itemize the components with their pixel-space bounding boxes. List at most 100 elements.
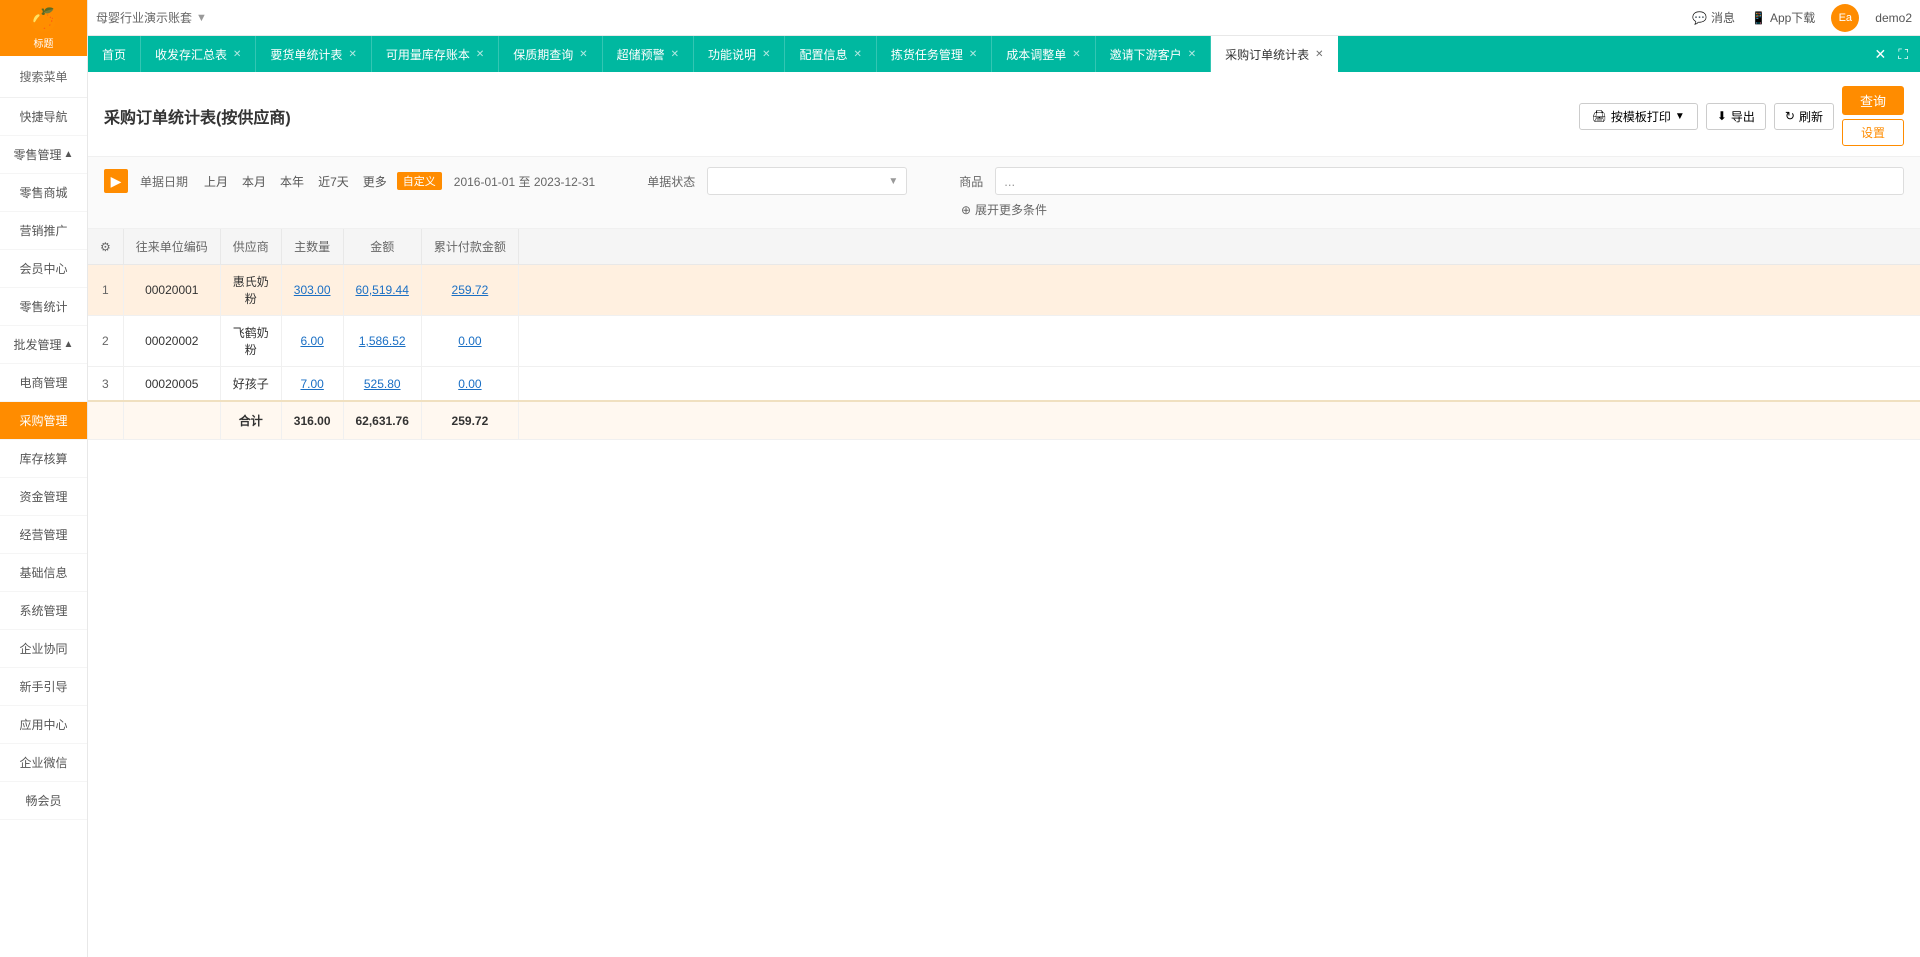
close-tab-config-info[interactable]: ✕ xyxy=(853,49,861,60)
tab-invite-downstream[interactable]: 邀请下游客户 ✕ xyxy=(1096,36,1211,72)
row-1-qty[interactable]: 303.00 xyxy=(281,265,343,316)
tab-config-info[interactable]: 配置信息 ✕ xyxy=(785,36,876,72)
tab-receive-summary[interactable]: 收发存汇总表 ✕ xyxy=(141,36,256,72)
workspace-selector[interactable]: 母婴行业演示账套 ▼ xyxy=(96,9,1692,26)
tab-expiry-query[interactable]: 保质期查询 ✕ xyxy=(499,36,602,72)
row-1-amount[interactable]: 60,519.44 xyxy=(343,265,421,316)
table-row[interactable]: 2 00020002 飞鹤奶粉 6.00 1,586.52 0.00 xyxy=(88,316,1920,367)
th-supplier: 供应商 xyxy=(220,229,281,265)
close-tab-receive-summary[interactable]: ✕ xyxy=(233,49,241,60)
status-filter-label: 单据状态 xyxy=(647,173,695,190)
close-tab-expiry-query[interactable]: ✕ xyxy=(579,49,587,60)
tab-available-stock[interactable]: 可用量库存账本 ✕ xyxy=(372,36,499,72)
sidebar-item-retail-stats[interactable]: 零售统计 xyxy=(0,288,87,326)
row-2-num: 2 xyxy=(88,316,123,367)
message-btn[interactable]: 💬 消息 xyxy=(1692,9,1735,26)
sidebar-item-ecom[interactable]: 电商管理 xyxy=(0,364,87,402)
row-1-paid[interactable]: 259.72 xyxy=(421,265,518,316)
logo-icon: 🍊 xyxy=(30,7,57,33)
sidebar-item-quick-nav[interactable]: 快捷导航 xyxy=(0,98,87,136)
app-download-btn[interactable]: 📱 App下载 xyxy=(1751,9,1815,26)
tab-purchase-stats[interactable]: 采购订单统计表 ✕ xyxy=(1211,36,1338,72)
sidebar-item-wholesale[interactable]: 批发管理 ▲ xyxy=(0,326,87,364)
expand-more-btn[interactable]: ⊕ 展开更多条件 xyxy=(104,201,1904,218)
sidebar-item-finance[interactable]: 资金管理 xyxy=(0,478,87,516)
row-1-supplier: 惠氏奶粉 xyxy=(220,265,281,316)
sidebar-item-basic[interactable]: 基础信息 xyxy=(0,554,87,592)
row-3-paid[interactable]: 0.00 xyxy=(421,367,518,402)
maximize-window-btn[interactable]: ⛶ xyxy=(1894,44,1912,65)
print-button[interactable]: 🖨 按模板打印 ▼ xyxy=(1579,103,1698,130)
close-tab-purchase-stats[interactable]: ✕ xyxy=(1315,49,1323,60)
sidebar-item-member-center[interactable]: 会员中心 xyxy=(0,250,87,288)
close-tab-function-desc[interactable]: ✕ xyxy=(762,49,770,60)
sidebar-item-enterprise[interactable]: 企业协同 xyxy=(0,630,87,668)
date-custom-badge[interactable]: 自定义 xyxy=(397,172,442,190)
row-2-paid[interactable]: 0.00 xyxy=(421,316,518,367)
close-tab-invite-downstream[interactable]: ✕ xyxy=(1188,49,1196,60)
sidebar-item-member[interactable]: 畅会员 xyxy=(0,782,87,820)
sidebar-item-corp-wechat[interactable]: 企业微信 xyxy=(0,744,87,782)
sidebar-item-ops[interactable]: 经营管理 xyxy=(0,516,87,554)
sidebar-item-purchase[interactable]: 采购管理 xyxy=(0,402,87,440)
query-button[interactable]: 查询 xyxy=(1842,86,1904,115)
row-3-amount[interactable]: 525.80 xyxy=(343,367,421,402)
row-2-unit-code[interactable]: 00020002 xyxy=(123,316,220,367)
date-this-month[interactable]: 本月 xyxy=(238,171,270,192)
footer-label-text: 合计 xyxy=(220,401,281,440)
page-title: 采购订单统计表(按供应商) xyxy=(104,104,291,128)
tabbar-end-actions: ✕ ⛶ xyxy=(1862,44,1920,65)
gear-icon[interactable]: ⚙ xyxy=(100,240,111,254)
wholesale-arrow: ▲ xyxy=(64,339,74,350)
tab-goods-stats[interactable]: 要货单统计表 ✕ xyxy=(256,36,371,72)
row-2-amount[interactable]: 1,586.52 xyxy=(343,316,421,367)
sidebar-item-system[interactable]: 系统管理 xyxy=(0,592,87,630)
date-7-days[interactable]: 近7天 xyxy=(314,171,353,192)
status-select[interactable]: ▼ xyxy=(707,167,907,195)
filter-area: ▶ 单据日期 上月 本月 本年 近7天 更多 自定义 2016-01-01 至 … xyxy=(88,157,1920,229)
sidebar-item-inventory[interactable]: 库存核算 xyxy=(0,440,87,478)
close-tab-goods-stats[interactable]: ✕ xyxy=(348,49,356,60)
table-row[interactable]: 1 00020001 惠氏奶粉 303.00 60,519.44 259.72 xyxy=(88,265,1920,316)
tab-function-desc[interactable]: 功能说明 ✕ xyxy=(694,36,785,72)
sidebar-item-retail-mall[interactable]: 零售商城 xyxy=(0,174,87,212)
close-tab-overstock-warning[interactable]: ✕ xyxy=(671,49,679,60)
tab-pick-task[interactable]: 拣货任务管理 ✕ xyxy=(877,36,992,72)
sidebar-item-search[interactable]: 搜索菜单 xyxy=(4,64,83,89)
sidebar-item-newbie[interactable]: 新手引导 xyxy=(0,668,87,706)
sidebar-item-retail-manage[interactable]: 零售管理 ▲ xyxy=(0,136,87,174)
settings-button[interactable]: 设置 xyxy=(1842,119,1904,146)
goods-filter-input[interactable]: ... xyxy=(995,167,1904,195)
message-icon: 💬 xyxy=(1692,11,1707,25)
close-tab-cost-adjust[interactable]: ✕ xyxy=(1072,49,1080,60)
workspace-dropdown-icon[interactable]: ▼ xyxy=(196,12,207,24)
close-tab-available-stock[interactable]: ✕ xyxy=(476,49,484,60)
row-1-num: 1 xyxy=(88,265,123,316)
date-last-month[interactable]: 上月 xyxy=(200,171,232,192)
close-tab-pick-task[interactable]: ✕ xyxy=(969,49,977,60)
app-logo[interactable]: 🍊 标题 xyxy=(0,0,87,56)
th-gear[interactable]: ⚙ xyxy=(88,229,123,265)
filter-collapse-btn[interactable]: ▶ xyxy=(104,169,128,193)
sidebar-item-app-center[interactable]: 应用中心 xyxy=(0,706,87,744)
row-3-unit-code[interactable]: 00020005 xyxy=(123,367,220,402)
user-name[interactable]: demo2 xyxy=(1875,11,1912,25)
row-3-qty[interactable]: 7.00 xyxy=(281,367,343,402)
date-more[interactable]: 更多 xyxy=(359,171,391,192)
table-footer-row: 合计 316.00 62,631.76 259.72 xyxy=(88,401,1920,440)
row-1-unit-code[interactable]: 00020001 xyxy=(123,265,220,316)
footer-label xyxy=(123,401,220,440)
row-2-qty[interactable]: 6.00 xyxy=(281,316,343,367)
table-row[interactable]: 3 00020005 好孩子 7.00 525.80 0.00 xyxy=(88,367,1920,402)
user-avatar[interactable]: Ea xyxy=(1831,4,1859,32)
refresh-button[interactable]: ↻ 刷新 xyxy=(1774,103,1834,130)
close-window-btn[interactable]: ✕ xyxy=(1870,44,1890,65)
page-content: 采购订单统计表(按供应商) 🖨 按模板打印 ▼ ⬇ 导出 ↻ 刷新 查询 xyxy=(88,72,1920,957)
date-this-year[interactable]: 本年 xyxy=(276,171,308,192)
sidebar-item-marketing[interactable]: 营销推广 xyxy=(0,212,87,250)
print-dropdown-icon[interactable]: ▼ xyxy=(1675,111,1685,122)
tab-overstock-warning[interactable]: 超储预警 ✕ xyxy=(603,36,694,72)
export-button[interactable]: ⬇ 导出 xyxy=(1706,103,1766,130)
tab-cost-adjust[interactable]: 成本调整单 ✕ xyxy=(992,36,1095,72)
tab-home[interactable]: 首页 xyxy=(88,36,141,72)
